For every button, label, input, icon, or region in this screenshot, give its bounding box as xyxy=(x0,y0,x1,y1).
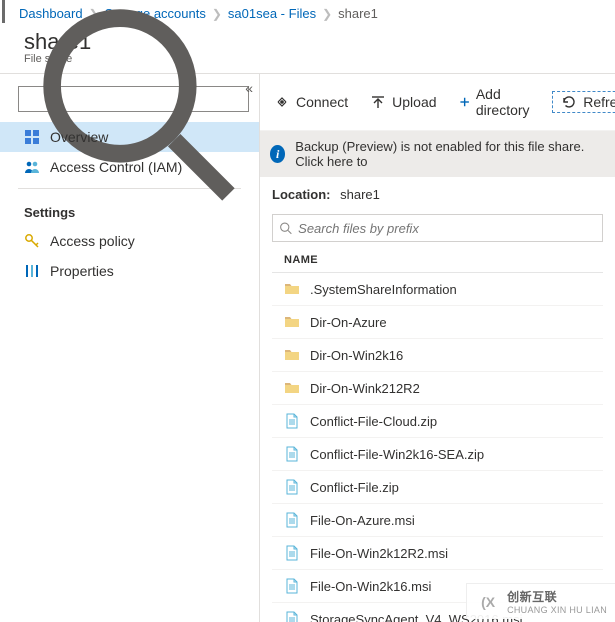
files-grid: NAME .SystemShareInformation Dir-On-Azure… xyxy=(260,246,615,622)
file-row[interactable]: Conflict-File.zip xyxy=(272,471,603,504)
upload-icon xyxy=(370,94,386,110)
folder-row[interactable]: Dir-On-Win2k16 xyxy=(272,339,603,372)
column-header-name[interactable]: NAME xyxy=(272,246,603,273)
add-directory-button[interactable]: Add directory xyxy=(455,84,539,120)
file-row[interactable]: File-On-Azure.msi xyxy=(272,504,603,537)
sidebar-item-access-policy[interactable]: Access policy xyxy=(0,226,259,256)
folder-icon xyxy=(284,314,300,330)
file-name: Conflict-File-Cloud.zip xyxy=(310,414,437,429)
watermark-line2: CHUANG XIN HU LIAN xyxy=(507,605,607,615)
file-name: .SystemShareInformation xyxy=(310,282,457,297)
folder-row[interactable]: .SystemShareInformation xyxy=(272,273,603,306)
file-row[interactable]: Conflict-File-Win2k16-SEA.zip xyxy=(272,438,603,471)
refresh-icon xyxy=(561,94,577,110)
file-icon xyxy=(284,446,300,462)
sidebar: « Overview Access Control (IAM) Settings… xyxy=(0,74,260,622)
folder-icon xyxy=(284,281,300,297)
connect-icon xyxy=(274,94,290,110)
file-icon xyxy=(284,578,300,594)
search-icon xyxy=(25,0,242,208)
file-search-input[interactable] xyxy=(298,221,596,236)
connect-label: Connect xyxy=(296,94,348,110)
watermark: (X 创新互联 CHUANG XIN HU LIAN xyxy=(466,583,615,619)
info-icon: i xyxy=(270,145,285,163)
refresh-button[interactable]: Refresh xyxy=(552,91,615,113)
file-row[interactable]: File-On-Win2k12R2.msi xyxy=(272,537,603,570)
folder-icon xyxy=(284,380,300,396)
file-name: Dir-On-Azure xyxy=(310,315,387,330)
file-name: File-On-Azure.msi xyxy=(310,513,415,528)
file-search[interactable] xyxy=(272,214,603,242)
refresh-label: Refresh xyxy=(583,94,615,110)
overview-icon xyxy=(24,129,40,145)
folder-icon xyxy=(284,347,300,363)
file-name: File-On-Win2k12R2.msi xyxy=(310,546,448,561)
upload-button[interactable]: Upload xyxy=(366,92,440,112)
file-icon xyxy=(284,479,300,495)
upload-label: Upload xyxy=(392,94,436,110)
file-icon xyxy=(284,512,300,528)
sidebar-search[interactable] xyxy=(18,86,249,112)
folder-row[interactable]: Dir-On-Wink212R2 xyxy=(272,372,603,405)
people-icon xyxy=(24,159,40,175)
location-value: share1 xyxy=(340,187,380,202)
file-icon xyxy=(284,545,300,561)
watermark-line1: 创新互联 xyxy=(507,588,607,605)
add-directory-label: Add directory xyxy=(476,86,534,118)
watermark-logo-icon: (X xyxy=(475,589,501,615)
file-icon xyxy=(284,413,300,429)
toolbar: Connect Upload Add directory Refresh xyxy=(260,74,615,131)
search-icon xyxy=(279,221,292,235)
properties-icon xyxy=(24,263,40,279)
file-name: Dir-On-Wink212R2 xyxy=(310,381,420,396)
plus-icon xyxy=(459,94,470,110)
sidebar-item-label: Access Control (IAM) xyxy=(50,159,182,175)
backup-notice[interactable]: i Backup (Preview) is not enabled for th… xyxy=(260,131,615,177)
file-name: Conflict-File.zip xyxy=(310,480,399,495)
sidebar-item-label: Overview xyxy=(50,129,108,145)
collapse-sidebar-icon[interactable]: « xyxy=(245,80,251,96)
sidebar-item-properties[interactable]: Properties xyxy=(0,256,259,286)
sidebar-item-label: Properties xyxy=(50,263,114,279)
file-row[interactable]: Conflict-File-Cloud.zip xyxy=(272,405,603,438)
connect-button[interactable]: Connect xyxy=(270,92,352,112)
chevron-right-icon: ❯ xyxy=(322,7,332,21)
backup-notice-text: Backup (Preview) is not enabled for this… xyxy=(295,139,605,169)
location-field: Location: share1 xyxy=(260,177,615,206)
file-name: Dir-On-Win2k16 xyxy=(310,348,403,363)
file-name: Conflict-File-Win2k16-SEA.zip xyxy=(310,447,484,462)
folder-row[interactable]: Dir-On-Azure xyxy=(272,306,603,339)
breadcrumb-share1: share1 xyxy=(338,6,378,21)
sidebar-item-label: Access policy xyxy=(50,233,135,249)
file-icon xyxy=(284,611,300,622)
key-icon xyxy=(24,233,40,249)
location-label: Location: xyxy=(272,187,331,202)
file-name: File-On-Win2k16.msi xyxy=(310,579,431,594)
main-content: Connect Upload Add directory Refresh i B… xyxy=(260,74,615,622)
